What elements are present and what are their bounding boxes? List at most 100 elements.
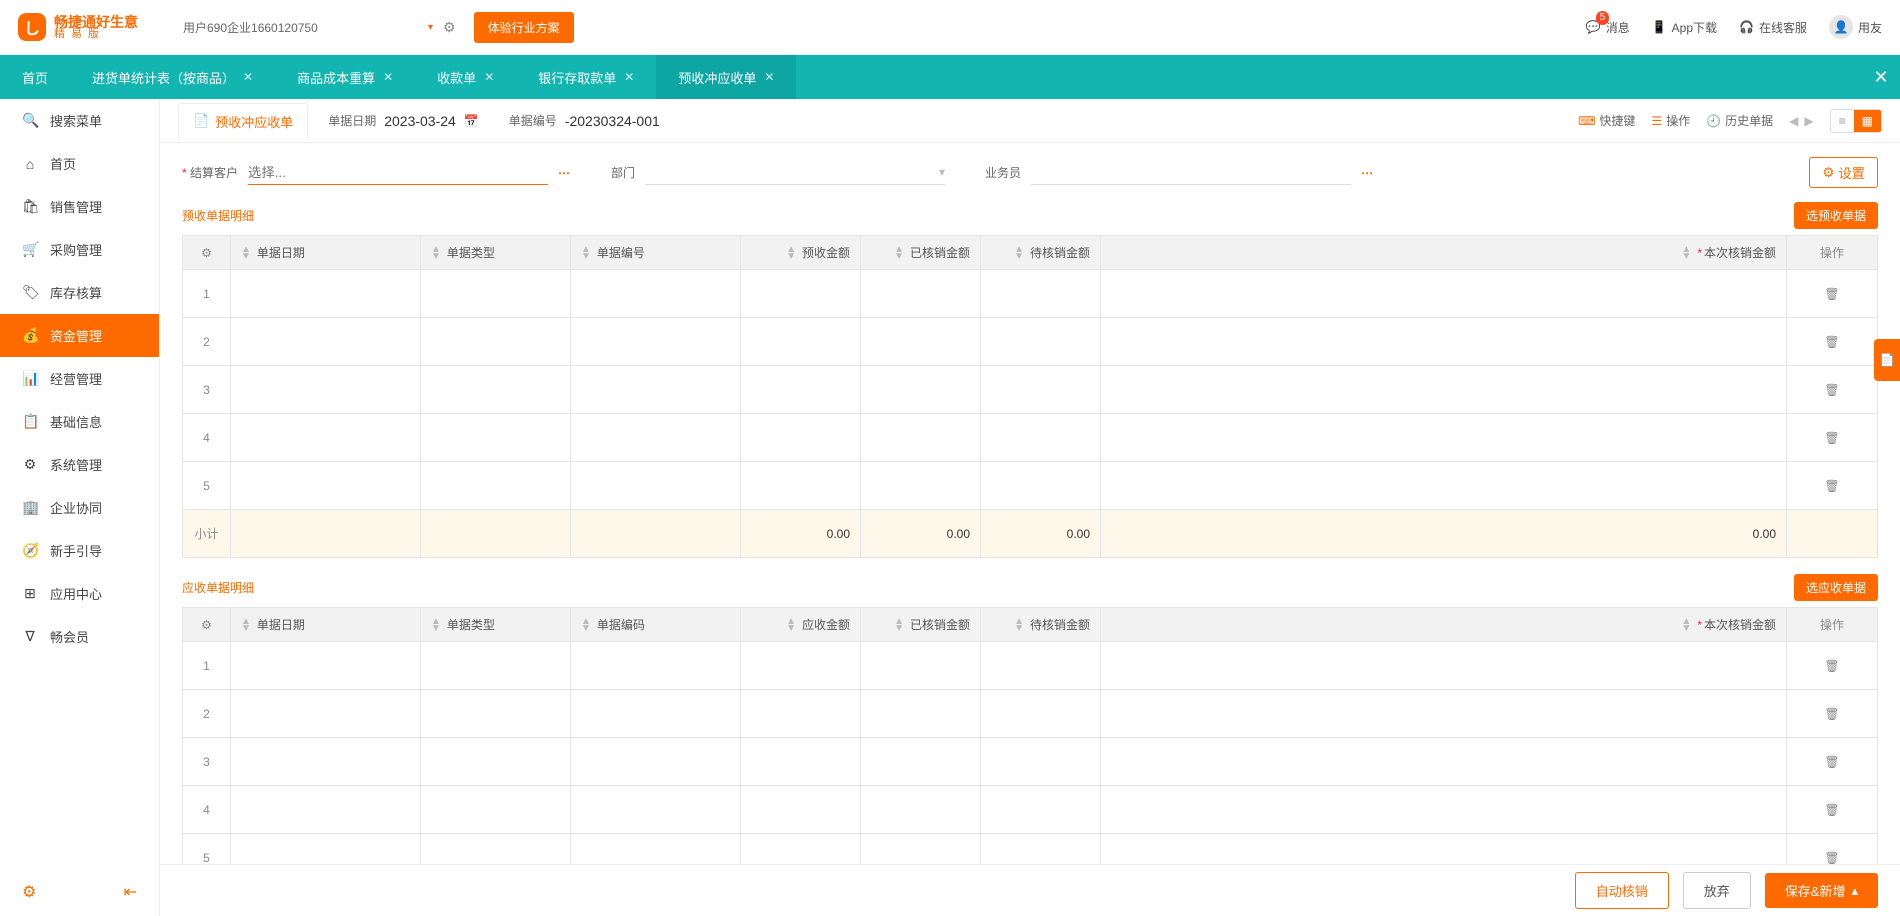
sort-icon[interactable]: ▲▼	[1014, 618, 1024, 632]
row-delete[interactable]: 🗑	[1787, 738, 1877, 785]
sidebar-settings-icon[interactable]: ⚙	[22, 882, 36, 902]
sidebar-collapse-icon[interactable]: ⇤	[124, 882, 137, 902]
view-toggle[interactable]: ≡ ▦	[1830, 109, 1882, 133]
try-plan-button[interactable]: 体验行业方案	[474, 12, 574, 43]
company-select[interactable]: 用户690企业1660120750 ▾	[183, 19, 433, 36]
row-delete[interactable]: 🗑	[1787, 690, 1877, 737]
col-type[interactable]: ▲▼单据类型	[421, 608, 571, 641]
col-pre[interactable]: ▲▼应收金额	[741, 608, 861, 641]
auto-writeoff-button[interactable]: 自动核销	[1575, 872, 1669, 909]
sort-icon[interactable]: ▲▼	[1014, 246, 1024, 260]
tab-2[interactable]: 商品成本重算✕	[275, 55, 415, 99]
row-delete[interactable]: 🗑	[1787, 318, 1877, 365]
table-row[interactable]: 4🗑	[183, 414, 1877, 462]
col-pend[interactable]: ▲▼待核销金额	[981, 236, 1101, 269]
sort-icon[interactable]: ▲▼	[894, 246, 904, 260]
save-and-new-button[interactable]: 保存&新增▴	[1765, 873, 1878, 908]
sidebar-item-3[interactable]: 🛒采购管理	[0, 228, 159, 271]
table-row[interactable]: 5🗑	[183, 462, 1877, 510]
tab-1[interactable]: 进货单统计表（按商品）✕	[70, 55, 275, 99]
row-delete[interactable]: 🗑	[1787, 642, 1877, 689]
tab-4[interactable]: 银行存取款单✕	[516, 55, 656, 99]
col-date[interactable]: ▲▼单据日期	[231, 236, 421, 269]
messages-link[interactable]: 💬 消息 5	[1586, 19, 1630, 36]
sidebar-item-5[interactable]: 💰资金管理	[0, 314, 159, 357]
table-row[interactable]: 3🗑	[183, 366, 1877, 414]
discard-button[interactable]: 放弃	[1683, 872, 1751, 909]
sidebar-item-1[interactable]: ⌂首页	[0, 142, 159, 185]
sidebar-item-6[interactable]: 📊经营管理	[0, 357, 159, 400]
col-pend[interactable]: ▲▼待核销金额	[981, 608, 1101, 641]
sort-icon[interactable]: ▲▼	[431, 618, 441, 632]
col-type[interactable]: ▲▼单据类型	[421, 236, 571, 269]
sort-icon[interactable]: ▲▼	[1681, 246, 1691, 260]
col-no[interactable]: ▲▼单据编码	[571, 608, 741, 641]
app-download-link[interactable]: 📱App下载	[1652, 19, 1717, 36]
close-icon[interactable]: ✕	[624, 70, 634, 84]
sidebar-item-9[interactable]: 🏢企业协同	[0, 486, 159, 529]
sidebar-item-0[interactable]: 🔍搜索菜单	[0, 99, 159, 142]
select-prepay-button[interactable]: 选预收单据	[1794, 202, 1878, 229]
sort-icon[interactable]: ▲▼	[1681, 618, 1691, 632]
customer-more-icon[interactable]: ⋯	[558, 166, 571, 180]
view-list-icon[interactable]: ≡	[1831, 110, 1854, 132]
table-row[interactable]: 1🗑	[183, 270, 1877, 318]
right-drawer-tab[interactable]: 📄	[1874, 339, 1900, 381]
shortcut-link[interactable]: ⌨快捷键	[1578, 112, 1635, 129]
table-row[interactable]: 3🗑	[183, 738, 1877, 786]
operate-link[interactable]: ☰操作	[1651, 112, 1690, 129]
col-no[interactable]: ▲▼单据编号	[571, 236, 741, 269]
sidebar-item-12[interactable]: ∇畅会员	[0, 615, 159, 658]
view-card-icon[interactable]: ▦	[1854, 110, 1881, 132]
close-icon[interactable]: ✕	[383, 70, 393, 84]
table-row[interactable]: 2🗑	[183, 690, 1877, 738]
sort-icon[interactable]: ▲▼	[241, 246, 251, 260]
sort-icon[interactable]: ▲▼	[786, 618, 796, 632]
tab-0[interactable]: 首页	[0, 55, 70, 99]
sort-icon[interactable]: ▲▼	[581, 618, 591, 632]
sort-icon[interactable]: ▲▼	[431, 246, 441, 260]
table-row[interactable]: 1🗑	[183, 642, 1877, 690]
row-delete[interactable]: 🗑	[1787, 462, 1877, 509]
customer-field[interactable]: * 结算客户 ⋯	[182, 161, 571, 185]
sidebar-item-7[interactable]: 📋基础信息	[0, 400, 159, 443]
customer-input[interactable]	[248, 161, 548, 185]
sales-more-icon[interactable]: ⋯	[1361, 166, 1374, 180]
user-menu[interactable]: 👤用友	[1829, 15, 1882, 39]
sidebar-item-8[interactable]: ⚙系统管理	[0, 443, 159, 486]
col-pre[interactable]: ▲▼预收金额	[741, 236, 861, 269]
table-gear[interactable]: ⚙	[183, 236, 231, 269]
tab-5[interactable]: 预收冲应收单✕	[656, 55, 796, 99]
dept-select[interactable]: ▾	[645, 161, 945, 185]
sort-icon[interactable]: ▲▼	[786, 246, 796, 260]
col-done[interactable]: ▲▼已核销金额	[861, 608, 981, 641]
col-date[interactable]: ▲▼单据日期	[231, 608, 421, 641]
sort-icon[interactable]: ▲▼	[581, 246, 591, 260]
row-delete[interactable]: 🗑	[1787, 270, 1877, 317]
sales-field[interactable]: 业务员 ⋯	[985, 161, 1374, 185]
col-this[interactable]: ▲▼*本次核销金额	[1101, 608, 1787, 641]
document-tab[interactable]: 📄 预收冲应收单	[178, 103, 308, 139]
sidebar-item-4[interactable]: 🏷库存核算	[0, 271, 159, 314]
tab-3[interactable]: 收款单✕	[415, 55, 516, 99]
dept-field[interactable]: 部门 ▾	[611, 161, 945, 185]
history-link[interactable]: 🕘历史单据	[1706, 112, 1773, 129]
sales-select[interactable]	[1031, 161, 1351, 185]
page-next-icon[interactable]: ▶	[1804, 114, 1813, 128]
online-service-link[interactable]: 🎧在线客服	[1739, 19, 1807, 36]
sort-icon[interactable]: ▲▼	[894, 618, 904, 632]
row-delete[interactable]: 🗑	[1787, 366, 1877, 413]
row-delete[interactable]: 🗑	[1787, 414, 1877, 461]
page-prev-icon[interactable]: ◀	[1789, 114, 1798, 128]
table-row[interactable]: 2🗑	[183, 318, 1877, 366]
select-receivable-button[interactable]: 选应收单据	[1794, 574, 1878, 601]
tab-close-all[interactable]: ✕	[1862, 55, 1900, 99]
sidebar-item-11[interactable]: ⊞应用中心	[0, 572, 159, 615]
close-icon[interactable]: ✕	[484, 70, 494, 84]
company-settings-icon[interactable]: ⚙	[443, 19, 456, 36]
table-row[interactable]: 4🗑	[183, 786, 1877, 834]
sort-icon[interactable]: ▲▼	[241, 618, 251, 632]
table-gear[interactable]: ⚙	[183, 608, 231, 641]
doc-date-field[interactable]: 单据日期 2023-03-24 📅	[328, 112, 479, 129]
col-done[interactable]: ▲▼已核销金额	[861, 236, 981, 269]
